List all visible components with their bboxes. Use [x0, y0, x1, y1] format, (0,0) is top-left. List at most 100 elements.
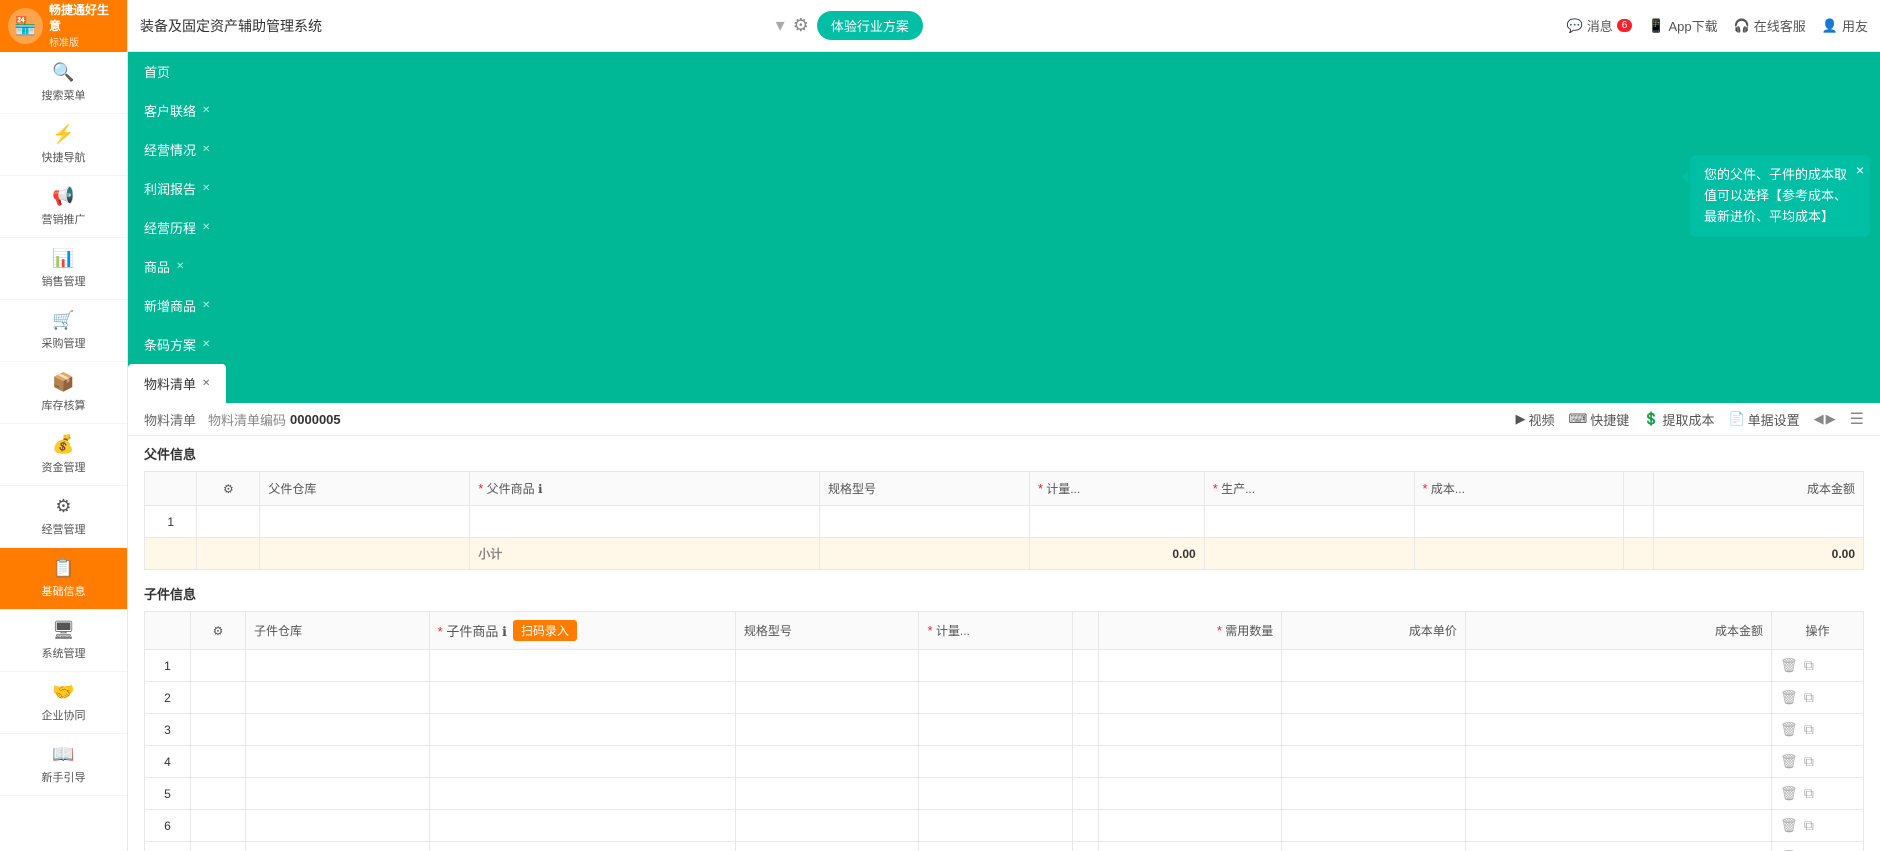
sidebar-nav-item-7[interactable]: ⚙经营管理 — [0, 486, 127, 548]
tab-8[interactable]: 物料清单✕ — [128, 364, 226, 403]
child-row-spec-4[interactable] — [735, 778, 919, 810]
tab-close-5[interactable]: ✕ — [176, 261, 184, 272]
next-icon[interactable]: ▶ — [1826, 411, 1836, 427]
child-row-unit-price-0[interactable] — [1282, 650, 1466, 682]
child-row-unit-5[interactable] — [919, 810, 1072, 842]
delete-icon-4[interactable]: 🗑 — [1780, 785, 1798, 802]
child-row-warehouse-5[interactable] — [246, 810, 430, 842]
copy-icon-3[interactable]: ⧉ — [1804, 753, 1814, 770]
prev-icon[interactable]: ◀ — [1814, 411, 1824, 427]
trial-button[interactable]: 体验行业方案 — [817, 11, 923, 40]
parent-row-warehouse[interactable] — [260, 506, 470, 538]
tab-5[interactable]: 商品✕ — [128, 247, 226, 286]
child-row-unit-0[interactable] — [919, 650, 1072, 682]
tab-7[interactable]: 条码方案✕ — [128, 325, 226, 364]
tab-close-7[interactable]: ✕ — [202, 339, 210, 350]
sidebar-nav-item-5[interactable]: 📦库存核算 — [0, 362, 127, 424]
parent-row-production[interactable] — [1204, 506, 1414, 538]
parent-row-product[interactable] — [470, 506, 820, 538]
child-row-product-1[interactable] — [429, 682, 735, 714]
child-row-unit-price-4[interactable] — [1282, 778, 1466, 810]
message-item[interactable]: 💬 消息 6 — [1567, 16, 1633, 35]
child-row-qty-2[interactable] — [1098, 714, 1282, 746]
child-row-warehouse-1[interactable] — [246, 682, 430, 714]
child-th-settings[interactable]: ⚙ — [190, 612, 245, 650]
settings-btn[interactable]: 📄 单据设置 — [1728, 410, 1799, 429]
tab-close-8[interactable]: ✕ — [202, 378, 210, 389]
tab-6[interactable]: 新增商品✕ — [128, 286, 226, 325]
child-row-unit-3[interactable] — [919, 746, 1072, 778]
child-row-warehouse-3[interactable] — [246, 746, 430, 778]
copy-icon-2[interactable]: ⧉ — [1804, 721, 1814, 738]
child-row-unit-price-2[interactable] — [1282, 714, 1466, 746]
sidebar-nav-item-4[interactable]: 🛒采购管理 — [0, 300, 127, 362]
delete-icon-2[interactable]: 🗑 — [1780, 721, 1798, 738]
delete-icon-0[interactable]: 🗑 — [1780, 657, 1798, 674]
tab-close-2[interactable]: ✕ — [202, 144, 210, 155]
child-row-product-0[interactable] — [429, 650, 735, 682]
app-download-item[interactable]: 📱 App下载 — [1648, 16, 1717, 35]
parent-row-unit[interactable] — [1029, 506, 1204, 538]
tab-2[interactable]: 经营情况✕ — [128, 130, 226, 169]
nav-arrows[interactable]: ◀ ▶ — [1814, 411, 1836, 427]
child-row-qty-6[interactable] — [1098, 842, 1282, 851]
child-row-spec-0[interactable] — [735, 650, 919, 682]
tab-1[interactable]: 客户联络✕ — [128, 91, 226, 130]
child-row-unit-price-6[interactable] — [1282, 842, 1466, 851]
child-row-product-3[interactable] — [429, 746, 735, 778]
online-service-item[interactable]: 🎧 在线客服 — [1734, 16, 1806, 35]
sidebar-nav-item-10[interactable]: 🤝企业协同 — [0, 672, 127, 734]
child-row-unit-1[interactable] — [919, 682, 1072, 714]
parent-th-settings[interactable]: ⚙ — [197, 472, 260, 506]
delete-icon-1[interactable]: 🗑 — [1780, 689, 1798, 706]
tab-close-1[interactable]: ✕ — [202, 105, 210, 116]
list-view-icon[interactable]: ☰ — [1850, 409, 1864, 429]
tab-0[interactable]: 首页 — [128, 52, 226, 91]
copy-icon-1[interactable]: ⧉ — [1804, 689, 1814, 706]
parent-row-cost[interactable] — [1414, 506, 1624, 538]
dropdown-arrow-icon[interactable]: ▾ — [776, 15, 785, 36]
child-row-unit-2[interactable] — [919, 714, 1072, 746]
tab-close-4[interactable]: ✕ — [202, 222, 210, 233]
user-item[interactable]: 👤 用友 — [1822, 16, 1868, 35]
child-row-warehouse-2[interactable] — [246, 714, 430, 746]
parent-row-spec[interactable] — [819, 506, 1029, 538]
child-row-product-2[interactable] — [429, 714, 735, 746]
scan-btn[interactable]: 扫码录入 — [513, 620, 577, 641]
copy-icon-5[interactable]: ⧉ — [1804, 817, 1814, 834]
child-row-product-4[interactable] — [429, 778, 735, 810]
tab-close-6[interactable]: ✕ — [202, 300, 210, 311]
sidebar-nav-item-9[interactable]: 🖥系统管理 — [0, 610, 127, 672]
sidebar-nav-item-8[interactable]: 📋基础信息 — [0, 548, 127, 610]
sidebar-nav-item-6[interactable]: 💰资金管理 — [0, 424, 127, 486]
child-row-warehouse-4[interactable] — [246, 778, 430, 810]
video-btn[interactable]: ▶ 视频 — [1515, 410, 1554, 429]
child-row-spec-5[interactable] — [735, 810, 919, 842]
child-row-qty-1[interactable] — [1098, 682, 1282, 714]
shortcut-btn[interactable]: ⌨ 快捷键 — [1568, 410, 1629, 429]
copy-icon-4[interactable]: ⧉ — [1804, 785, 1814, 802]
child-row-spec-1[interactable] — [735, 682, 919, 714]
breadcrumb-parent[interactable]: 物料清单 — [144, 410, 196, 429]
sidebar-nav-item-0[interactable]: 🔍搜索菜单 — [0, 52, 127, 114]
tab-4[interactable]: 经营历程✕ — [128, 208, 226, 247]
sidebar-nav-item-2[interactable]: 📢营销推广 — [0, 176, 127, 238]
child-row-qty-3[interactable] — [1098, 746, 1282, 778]
delete-icon-3[interactable]: 🗑 — [1780, 753, 1798, 770]
child-row-qty-5[interactable] — [1098, 810, 1282, 842]
cost-btn[interactable]: 💲 提取成本 — [1643, 410, 1714, 429]
child-row-warehouse-6[interactable] — [246, 842, 430, 851]
child-row-spec-2[interactable] — [735, 714, 919, 746]
child-row-spec-3[interactable] — [735, 746, 919, 778]
tab-3[interactable]: 利润报告✕ — [128, 169, 226, 208]
child-row-unit-price-5[interactable] — [1282, 810, 1466, 842]
child-row-unit-price-1[interactable] — [1282, 682, 1466, 714]
child-row-product-6[interactable] — [429, 842, 735, 851]
child-row-warehouse-0[interactable] — [246, 650, 430, 682]
child-row-unit-price-3[interactable] — [1282, 746, 1466, 778]
copy-icon-0[interactable]: ⧉ — [1804, 657, 1814, 674]
child-row-qty-0[interactable] — [1098, 650, 1282, 682]
child-row-qty-4[interactable] — [1098, 778, 1282, 810]
sidebar-nav-item-1[interactable]: ⚡快捷导航 — [0, 114, 127, 176]
tab-close-3[interactable]: ✕ — [202, 183, 210, 194]
